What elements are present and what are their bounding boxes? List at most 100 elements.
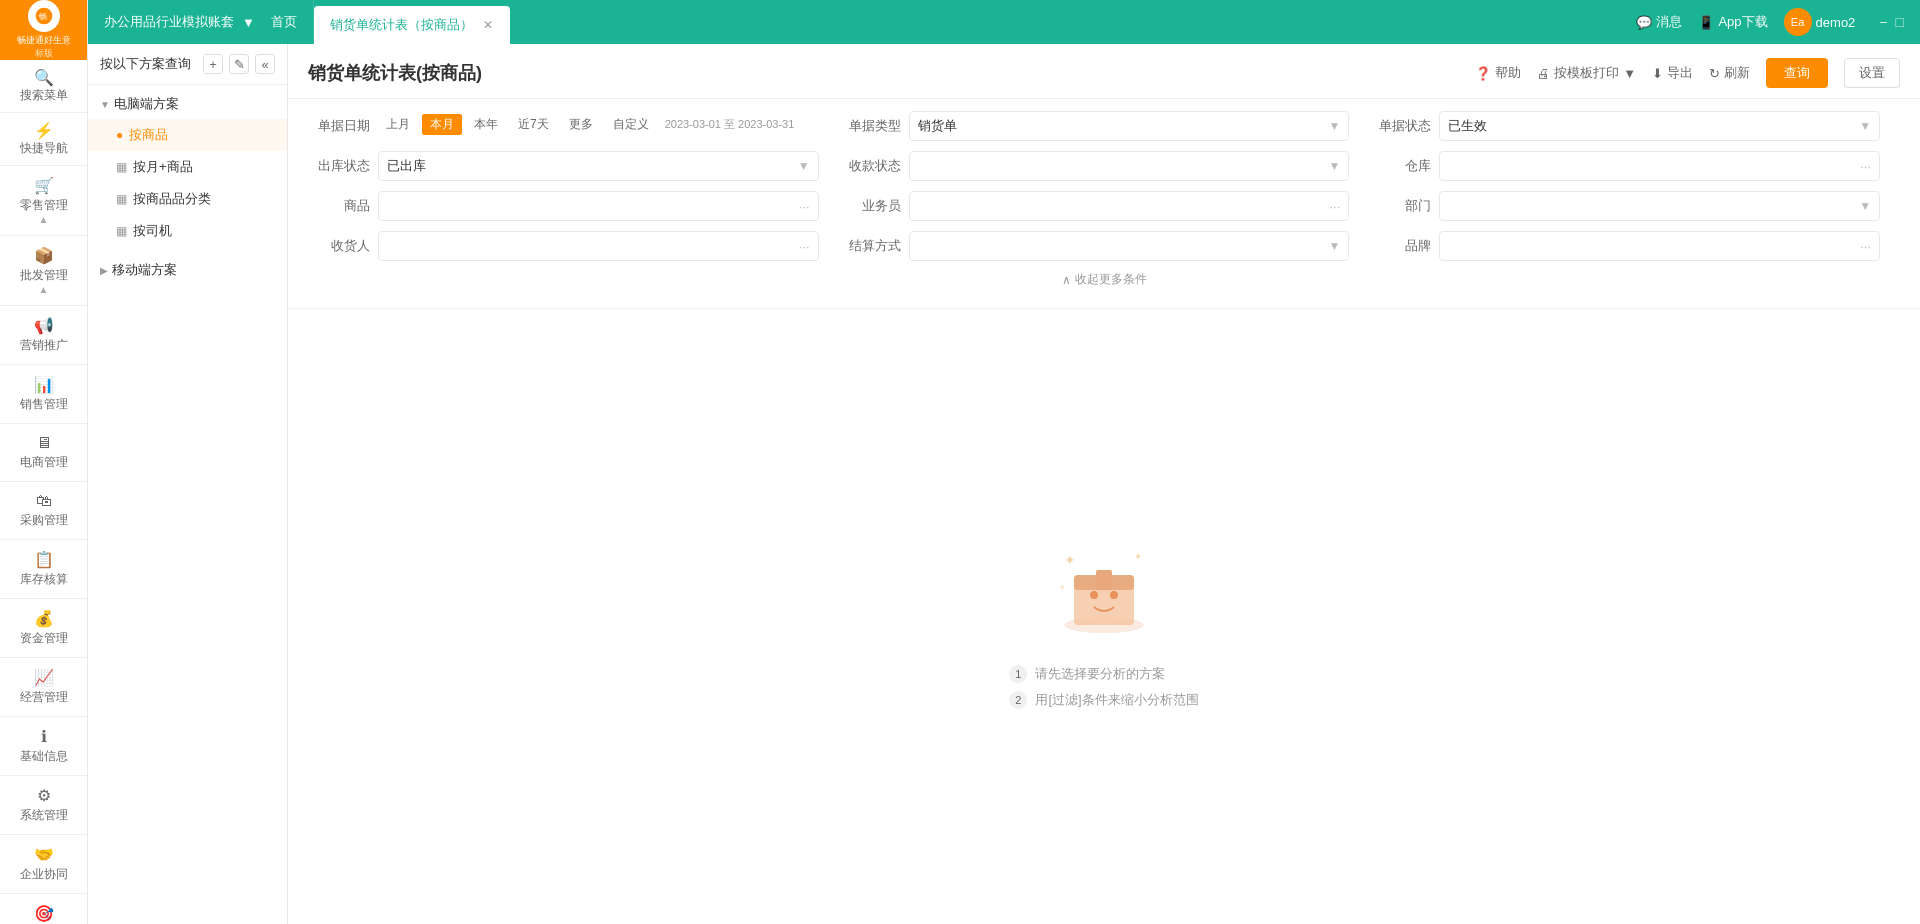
- svg-text:✦: ✦: [1059, 583, 1066, 592]
- sidebar-item-finance[interactable]: 💰 资金管理: [0, 599, 88, 658]
- window-maximize-button[interactable]: □: [1896, 14, 1904, 30]
- query-button[interactable]: 查询: [1766, 58, 1828, 88]
- dept-chevron-icon: ▼: [1859, 199, 1871, 213]
- goods-dots-icon[interactable]: ···: [799, 199, 810, 214]
- doc-type-select[interactable]: 销货单 ▼: [909, 111, 1350, 141]
- settle-select[interactable]: ▼: [909, 231, 1350, 261]
- goods-control: ···: [378, 191, 839, 221]
- sidebar-item-retail[interactable]: 🛒 零售管理 ▲: [0, 166, 88, 236]
- recv-person-field[interactable]: ···: [378, 231, 819, 261]
- sidebar-item-inventory[interactable]: 📋 库存核算: [0, 540, 88, 599]
- filter-col-warehouse: 仓库 ···: [1369, 151, 1900, 181]
- template-print-button[interactable]: 🖨 按模板打印 ▼: [1537, 64, 1636, 82]
- tab-home[interactable]: 首页: [255, 0, 314, 44]
- tree-child-by-driver[interactable]: ▦ 按司机: [88, 215, 287, 247]
- tree-child-label-3: 按商品品分类: [133, 190, 211, 208]
- help-button[interactable]: ❓ 帮助: [1475, 64, 1521, 82]
- window-minimize-button[interactable]: −: [1879, 14, 1887, 30]
- tree-child-label-2: 按月+商品: [133, 158, 193, 176]
- out-status-select[interactable]: 已出库 ▼: [378, 151, 819, 181]
- tree-mobile-parent[interactable]: ▶ 移动端方案: [88, 255, 287, 285]
- sidebar-item-search[interactable]: 🔍 搜索菜单: [0, 60, 88, 113]
- dept-select[interactable]: ▼: [1439, 191, 1880, 221]
- tree-child-by-month-goods[interactable]: ▦ 按月+商品: [88, 151, 287, 183]
- dept-control: ▼: [1439, 191, 1900, 221]
- date-tab-custom[interactable]: 自定义: [605, 114, 657, 135]
- header-right: 💬 消息 📱 App下载 Ea demo2 − □: [1636, 8, 1904, 36]
- edit-scheme-button[interactable]: ✎: [229, 54, 249, 74]
- filter-col-settle: 结算方式 ▼: [839, 231, 1370, 261]
- sidebar-item-ecommerce[interactable]: 🖥 电商管理: [0, 424, 88, 482]
- brand-dots-icon[interactable]: ···: [1860, 239, 1871, 254]
- settle-control: ▼: [909, 231, 1370, 261]
- dept-label: 部门: [1369, 197, 1439, 215]
- sidebar-item-sales[interactable]: 📊 销售管理: [0, 365, 88, 424]
- tree-child-by-goods[interactable]: ● 按商品: [88, 119, 287, 151]
- sales-dots-icon[interactable]: ···: [1330, 199, 1341, 214]
- export-button[interactable]: ⬇ 导出: [1652, 64, 1693, 82]
- empty-tip-2: 2 用[过滤]条件来缩小分析范围: [1009, 691, 1198, 709]
- left-panel-actions: + ✎ «: [203, 54, 275, 74]
- date-tab-more[interactable]: 更多: [561, 114, 601, 135]
- tree-mobile-expand-icon: ▶: [100, 265, 108, 276]
- date-tab-7days[interactable]: 近7天: [510, 114, 557, 135]
- doc-type-chevron-icon: ▼: [1328, 119, 1340, 133]
- goods-label: 商品: [308, 197, 378, 215]
- tab-sales-stats[interactable]: 销货单统计表（按商品） ✕: [314, 6, 510, 44]
- settings-button[interactable]: 设置: [1844, 58, 1900, 88]
- out-status-control: 已出库 ▼: [378, 151, 839, 181]
- doc-type-control: 销货单 ▼: [909, 111, 1370, 141]
- sidebar: 畅 畅捷通好生意 标版 🔍 搜索菜单 ⚡ 快捷导航 🛒 零售管理 ▲ 📦 批发管…: [0, 0, 88, 924]
- date-tab-last-month[interactable]: 上月: [378, 114, 418, 135]
- user-menu[interactable]: Ea demo2: [1784, 8, 1856, 36]
- date-tab-this-month[interactable]: 本月: [422, 114, 462, 135]
- page-title-bar: 销货单统计表(按商品) ❓ 帮助 🖨 按模板打印 ▼ ⬇ 导出: [288, 44, 1920, 99]
- tree-pc-parent[interactable]: ▼ 电脑端方案: [88, 89, 287, 119]
- tree-child-icon-2: ▦: [116, 160, 127, 174]
- message-button[interactable]: 💬 消息: [1636, 13, 1682, 31]
- tree-child-icon-4: ▦: [116, 224, 127, 238]
- filter-col-recv-status: 收款状态 ▼: [839, 151, 1370, 181]
- sales-field[interactable]: ···: [909, 191, 1350, 221]
- warehouse-dots-icon[interactable]: ···: [1860, 159, 1871, 174]
- app-download-button[interactable]: 📱 App下载: [1698, 13, 1767, 31]
- left-panel-title: 按以下方案查询: [100, 55, 191, 73]
- empty-tip-1: 1 请先选择要分析的方案: [1009, 665, 1198, 683]
- sidebar-item-wholesale[interactable]: 📦 批发管理 ▲: [0, 236, 88, 306]
- brand-field[interactable]: ···: [1439, 231, 1880, 261]
- right-panel: 销货单统计表(按商品) ❓ 帮助 🖨 按模板打印 ▼ ⬇ 导出: [288, 44, 1920, 924]
- recv-person-dots-icon[interactable]: ···: [799, 239, 810, 254]
- sidebar-item-operations[interactable]: 📈 经营管理: [0, 658, 88, 717]
- sidebar-item-system[interactable]: ⚙ 系统管理: [0, 776, 88, 835]
- warehouse-field[interactable]: ···: [1439, 151, 1880, 181]
- tip-text-1: 请先选择要分析的方案: [1035, 665, 1165, 683]
- sidebar-item-enterprise[interactable]: 🤝 企业协同: [0, 835, 88, 894]
- goods-field[interactable]: ···: [378, 191, 819, 221]
- add-scheme-button[interactable]: +: [203, 54, 223, 74]
- sidebar-item-basic-info[interactable]: ℹ 基础信息: [0, 717, 88, 776]
- avatar: Ea: [1784, 8, 1812, 36]
- date-tab-this-year[interactable]: 本年: [466, 114, 506, 135]
- window-controls: − □: [1879, 14, 1904, 30]
- sidebar-item-purchase[interactable]: 🛍 采购管理: [0, 482, 88, 540]
- doc-status-select[interactable]: 已生效 ▼: [1439, 111, 1880, 141]
- tip-text-2: 用[过滤]条件来缩小分析范围: [1035, 691, 1198, 709]
- sidebar-logo: 畅 畅捷通好生意 标版: [0, 0, 88, 60]
- date-control: 上月 本月 本年 近7天 更多 自定义 2023-03-01 至 2023-03…: [378, 114, 839, 139]
- sidebar-item-quick-nav[interactable]: ⚡ 快捷导航: [0, 113, 88, 166]
- sidebar-item-newbie[interactable]: 🎯 新手引导: [0, 894, 88, 924]
- breadcrumb-dropdown-icon[interactable]: ▼: [242, 15, 255, 30]
- brand-control: ···: [1439, 231, 1900, 261]
- date-label: 单据日期: [308, 117, 378, 135]
- tree-child-by-category[interactable]: ▦ 按商品品分类: [88, 183, 287, 215]
- tab-close-icon[interactable]: ✕: [483, 18, 493, 32]
- tab-bar: 首页 销货单统计表（按商品） ✕: [255, 0, 1637, 44]
- sidebar-item-marketing[interactable]: 📢 营销推广: [0, 306, 88, 365]
- filter-col-goods: 商品 ···: [308, 191, 839, 221]
- refresh-button[interactable]: ↻ 刷新: [1709, 64, 1750, 82]
- collapse-panel-button[interactable]: «: [255, 54, 275, 74]
- filter-area: 单据日期 上月 本月 本年 近7天 更多 自定义 2023-03-01 至 20…: [288, 99, 1920, 309]
- recv-status-select[interactable]: ▼: [909, 151, 1350, 181]
- tree-pc-label: 电脑端方案: [114, 95, 179, 113]
- collapse-filter-button[interactable]: ∧ 收起更多条件: [308, 271, 1900, 288]
